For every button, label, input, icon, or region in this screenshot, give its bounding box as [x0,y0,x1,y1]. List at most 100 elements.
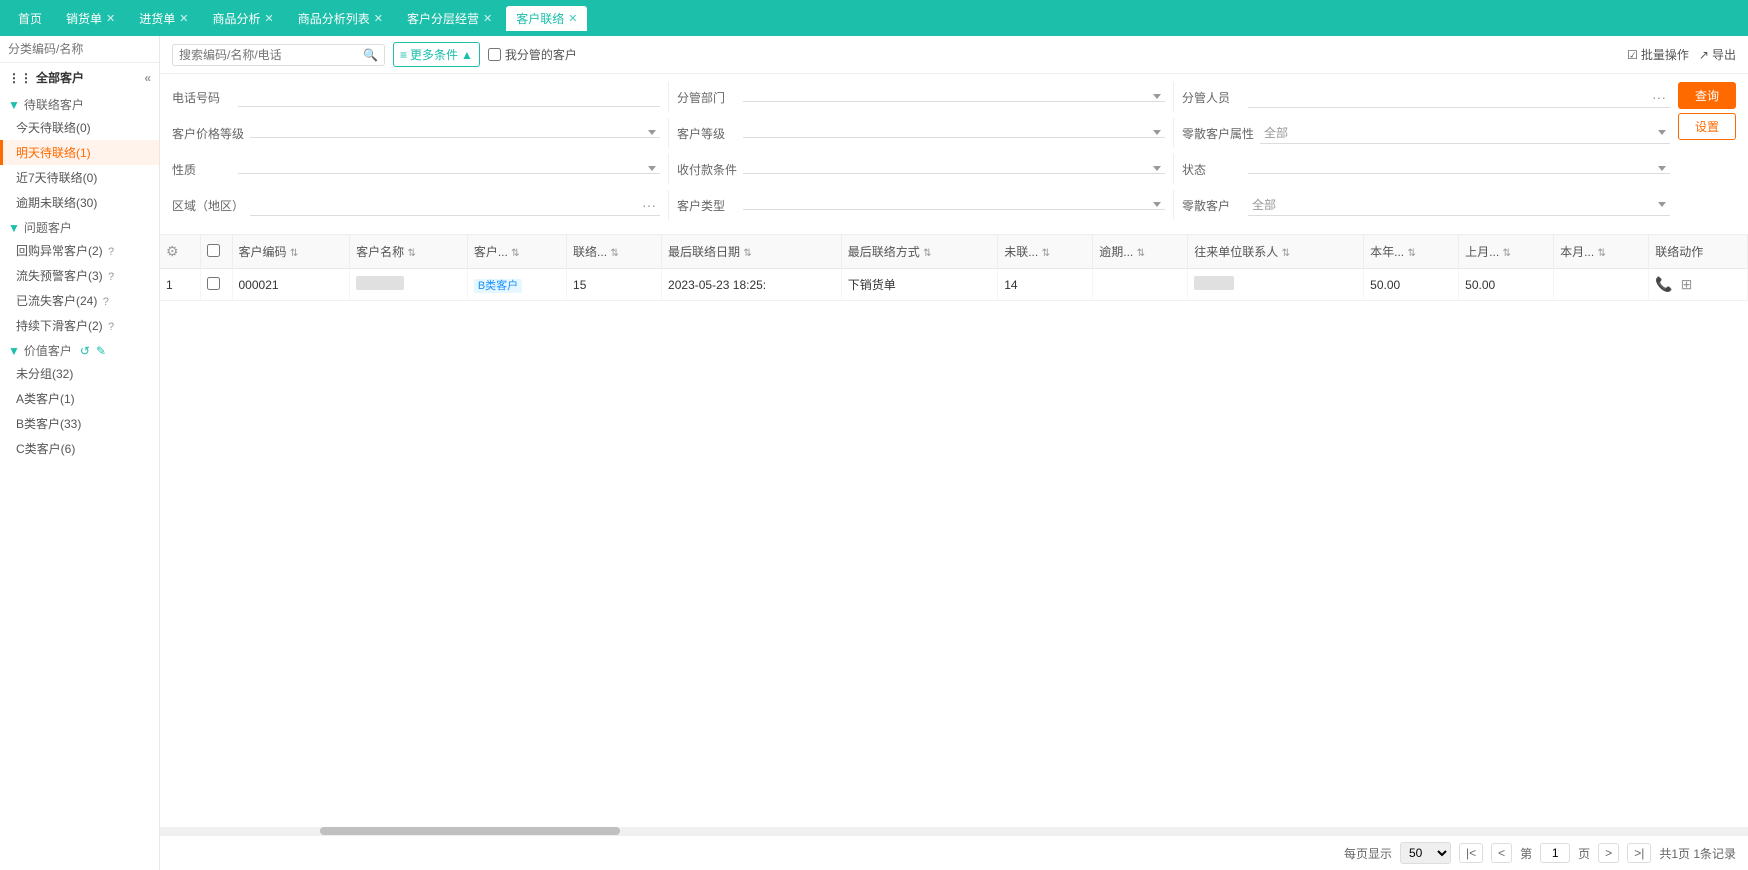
filter-status-select[interactable] [1248,164,1670,174]
sort-icon[interactable]: ⇅ [511,248,519,259]
filter-dept: 分管部门 [677,89,1165,106]
filter-more-button[interactable]: ≡ 更多条件 ▲ [393,42,480,67]
search-icon[interactable]: 🔍 [363,48,378,62]
collapse-icon[interactable]: « [144,71,151,85]
export-button[interactable]: ↗ 导出 [1699,46,1736,63]
sidebar-search-input[interactable] [8,42,160,56]
grid-icon[interactable]: ⊞ [1681,276,1693,293]
sidebar: 🔍 ⋮⋮ 全部客户 « ▼ 待联络客户 今天待联络(0) 明天待联络(1) 近7… [0,36,160,870]
sidebar-item-today-contact[interactable]: 今天待联络(0) [0,115,159,140]
filter-phone: 电话号码 [172,88,660,107]
sidebar-search-area: 🔍 [0,36,159,63]
last-page-button[interactable]: >| [1627,843,1651,863]
my-customers-checkbox[interactable]: 我分管的客户 [488,46,577,63]
select-all-checkbox[interactable] [207,244,220,257]
row-checkbox[interactable] [207,277,220,290]
filter-retail-label: 零散客户 [1182,197,1242,214]
sidebar-item-repurchase-abnormal[interactable]: 回购异常客户(2) ? [0,238,159,263]
scrollbar-thumb[interactable] [320,827,620,835]
sort-icon[interactable]: ⇅ [1408,248,1416,259]
sidebar-item-declining[interactable]: 持续下滑客户(2) ? [0,313,159,338]
sort-icon[interactable]: ⇅ [743,248,751,259]
sort-icon[interactable]: ⇅ [1042,248,1050,259]
sort-icon[interactable]: ⇅ [610,248,618,259]
close-icon[interactable]: ✕ [106,12,115,25]
sidebar-item-tomorrow-contact[interactable]: 明天待联络(1) [0,140,159,165]
close-icon[interactable]: ✕ [265,12,274,25]
filter-region-select[interactable]: ··· [250,195,660,216]
query-button[interactable]: 查询 [1678,82,1736,109]
contact-method-link[interactable]: 下销货单 [848,278,896,292]
filter-retail-attr: 零散客户属性 全部 [1182,122,1670,144]
sidebar-item-overdue-contact[interactable]: 逾期未联络(30) [0,190,159,215]
cell-last-month: 50.00 [1459,269,1554,301]
my-customers-check[interactable] [488,48,501,61]
gear-icon[interactable]: ⚙ [166,243,179,259]
sidebar-item-class-c[interactable]: C类客户(6) [0,436,159,461]
batch-op-button[interactable]: ☑ 批量操作 [1627,46,1689,63]
nav-sales-order[interactable]: 销货单 ✕ [56,6,125,31]
close-icon[interactable]: ✕ [483,12,492,25]
customer-table: ⚙ 客户编码 ⇅ 客户名称 ⇅ [160,235,1748,301]
filter-retail-select[interactable]: 全部 [1248,194,1670,216]
filter-row-4: 区域（地区） ··· 客户类型 [172,190,1670,220]
page-input[interactable] [1540,843,1570,863]
nav-purchase-order[interactable]: 进货单 ✕ [129,6,198,31]
chevron-down-icon: ▼ [8,221,20,235]
set-button[interactable]: 设置 [1678,113,1736,140]
sort-icon[interactable]: ⇅ [408,248,416,259]
filter-phone-label: 电话号码 [172,89,232,106]
prev-page-button[interactable]: < [1491,843,1512,863]
sidebar-item-churned[interactable]: 已流失客户(24) ? [0,288,159,313]
sort-icon[interactable]: ⇅ [923,248,931,259]
sidebar-item-class-a[interactable]: A类客户(1) [0,386,159,411]
filter-customer-level-select[interactable] [743,128,1165,138]
filter-price-level-select[interactable] [250,128,660,138]
sidebar-group-problem: ▼ 问题客户 [0,215,159,238]
export-icon: ↗ [1699,48,1709,62]
total-info: 共1页 1条记录 [1659,845,1736,862]
chevron-down-icon: ▼ [8,344,20,358]
sort-icon[interactable]: ⇅ [1598,248,1606,259]
close-icon[interactable]: ✕ [568,12,577,25]
sidebar-item-churn-warning[interactable]: 流失预警客户(3) ? [0,263,159,288]
filter-manager-select[interactable]: ··· [1248,87,1670,108]
nav-product-analysis-list[interactable]: 商品分析列表 ✕ [288,6,393,31]
col-gear: ⚙ [160,235,200,269]
sort-icon[interactable]: ⇅ [290,248,298,259]
close-icon[interactable]: ✕ [179,12,188,25]
cell-overdue [1093,269,1188,301]
cell-this-year: 50.00 [1364,269,1459,301]
sidebar-item-class-b[interactable]: B类客户(33) [0,411,159,436]
nav-customer-contact[interactable]: 客户联络 ✕ [506,6,587,31]
close-icon[interactable]: ✕ [374,12,383,25]
col-action: 联络动作 [1649,235,1748,269]
page-label: 第 [1520,845,1532,862]
col-unit-contact: 往来单位联系人 ⇅ [1188,235,1364,269]
sidebar-all-customers[interactable]: ⋮⋮ 全部客户 « [0,63,159,92]
filter-phone-input[interactable] [238,88,660,107]
filter-customer-type-select[interactable] [743,200,1165,210]
sidebar-group-pending: ▼ 待联络客户 [0,92,159,115]
first-page-button[interactable]: |< [1459,843,1483,863]
nav-home[interactable]: 首页 [8,6,52,31]
filter-retail-attr-select[interactable]: 全部 [1260,122,1670,144]
sort-icon[interactable]: ⇅ [1503,248,1511,259]
horizontal-scrollbar[interactable] [160,827,1748,835]
cell-this-month [1554,269,1649,301]
filter-dept-select[interactable] [743,92,1165,102]
nav-customer-tier[interactable]: 客户分层经营 ✕ [397,6,502,31]
col-this-year: 本年... ⇅ [1364,235,1459,269]
filter-payment-select[interactable] [743,164,1165,174]
nav-product-analysis[interactable]: 商品分析 ✕ [202,6,283,31]
next-page-button[interactable]: > [1598,843,1619,863]
page-size-select[interactable]: 50 100 [1400,842,1451,864]
filter-nature-select[interactable] [238,164,660,174]
sort-icon[interactable]: ⇅ [1282,248,1290,259]
sidebar-item-ungrouped[interactable]: 未分组(32) [0,361,159,386]
search-input[interactable] [179,48,359,62]
sort-icon[interactable]: ⇅ [1137,248,1145,259]
sidebar-item-7day-contact[interactable]: 近7天待联络(0) [0,165,159,190]
cell-uncontact: 14 [998,269,1093,301]
phone-icon[interactable]: 📞 [1655,276,1672,293]
